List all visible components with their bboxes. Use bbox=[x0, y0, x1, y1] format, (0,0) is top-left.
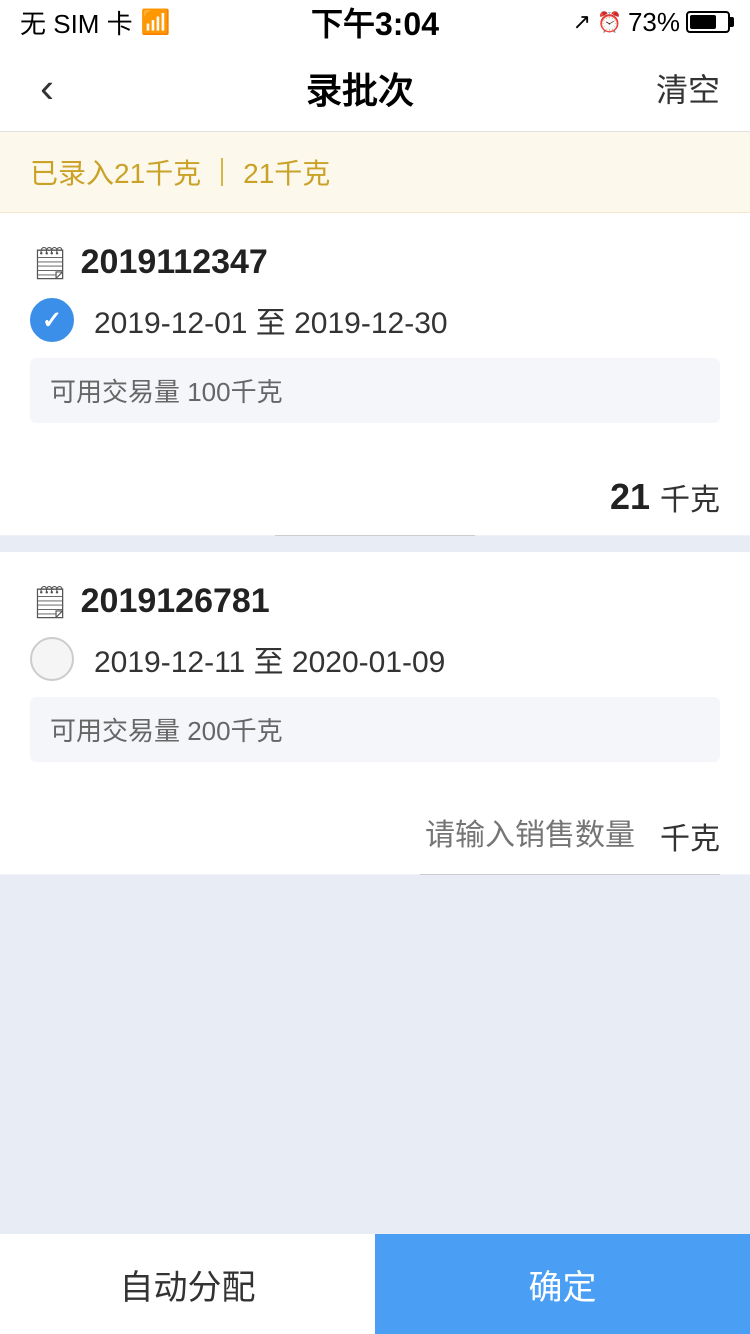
auto-distribute-button[interactable]: 自动分配 bbox=[0, 1234, 375, 1334]
nav-bar: ‹ 录批次 清空 bbox=[0, 44, 750, 132]
check-icon-1: ✓ bbox=[42, 306, 62, 335]
main-content: 已录入21千克 21千克 🗒 2019112347 ✓ 2019-12-01 至… bbox=[0, 132, 750, 1275]
batch1-id: 2019112347 bbox=[81, 243, 268, 282]
section-separator bbox=[0, 536, 750, 552]
total-label: 21千克 bbox=[243, 152, 330, 192]
carrier-label: 无 SIM 卡 bbox=[20, 4, 133, 41]
battery-bar bbox=[686, 11, 730, 33]
alarm-icon: ⏰ bbox=[597, 10, 622, 35]
batch1-avail: 可用交易量 100千克 bbox=[30, 358, 720, 423]
banner-divider bbox=[221, 158, 223, 186]
bottom-bar: 自动分配 确定 bbox=[0, 1234, 750, 1334]
batch2-avail: 可用交易量 200千克 bbox=[30, 697, 720, 762]
battery-percent: 73% bbox=[628, 7, 680, 38]
batch1-amount-value: 21 bbox=[610, 476, 650, 518]
batch1-amount-unit: 千克 bbox=[660, 475, 720, 519]
confirm-button[interactable]: 确定 bbox=[375, 1234, 750, 1334]
batch1-row[interactable]: ✓ 2019-12-01 至 2019-12-30 bbox=[30, 298, 720, 342]
status-right: ↗ ⏰ 73% bbox=[573, 7, 730, 38]
empty-area bbox=[0, 875, 750, 1275]
batch2-row[interactable]: 2019-12-11 至 2020-01-09 bbox=[30, 637, 720, 681]
doc-icon-2: 🗒 bbox=[30, 583, 71, 621]
batch1-date-range: 2019-12-01 至 2019-12-30 bbox=[94, 298, 448, 342]
batch2-date-range: 2019-12-11 至 2020-01-09 bbox=[94, 637, 445, 681]
battery-fill bbox=[690, 15, 716, 29]
battery-tip bbox=[730, 17, 734, 27]
batch2-radio[interactable] bbox=[30, 637, 74, 681]
batch2-card: 🗒 2019126781 2019-12-11 至 2020-01-09 可用交… bbox=[0, 552, 750, 798]
batch2-qty-input[interactable] bbox=[30, 819, 650, 853]
doc-icon-1: 🗒 bbox=[30, 244, 71, 282]
batch1-radio[interactable]: ✓ bbox=[30, 298, 74, 342]
batch1-amount-row: 21 千克 bbox=[0, 459, 750, 535]
status-left: 无 SIM 卡 📶 bbox=[20, 4, 171, 41]
page-title: 录批次 bbox=[306, 62, 414, 114]
status-time: 下午3:04 bbox=[311, 0, 439, 45]
batch2-id: 2019126781 bbox=[81, 582, 270, 621]
recorded-label: 已录入21千克 bbox=[30, 152, 201, 192]
status-bar: 无 SIM 卡 📶 下午3:04 ↗ ⏰ 73% bbox=[0, 0, 750, 44]
batch1-card: 🗒 2019112347 ✓ 2019-12-01 至 2019-12-30 可… bbox=[0, 213, 750, 459]
batch2-unit: 千克 bbox=[660, 814, 720, 858]
location-icon: ↗ bbox=[573, 9, 591, 35]
wifi-icon: 📶 bbox=[141, 8, 171, 37]
batch2-input-row: 千克 bbox=[0, 798, 750, 874]
info-banner: 已录入21千克 21千克 bbox=[0, 132, 750, 213]
back-button[interactable]: ‹ bbox=[30, 54, 64, 122]
clear-button[interactable]: 清空 bbox=[656, 65, 720, 111]
batch2-header: 🗒 2019126781 bbox=[30, 582, 720, 621]
batch1-header: 🗒 2019112347 bbox=[30, 243, 720, 282]
